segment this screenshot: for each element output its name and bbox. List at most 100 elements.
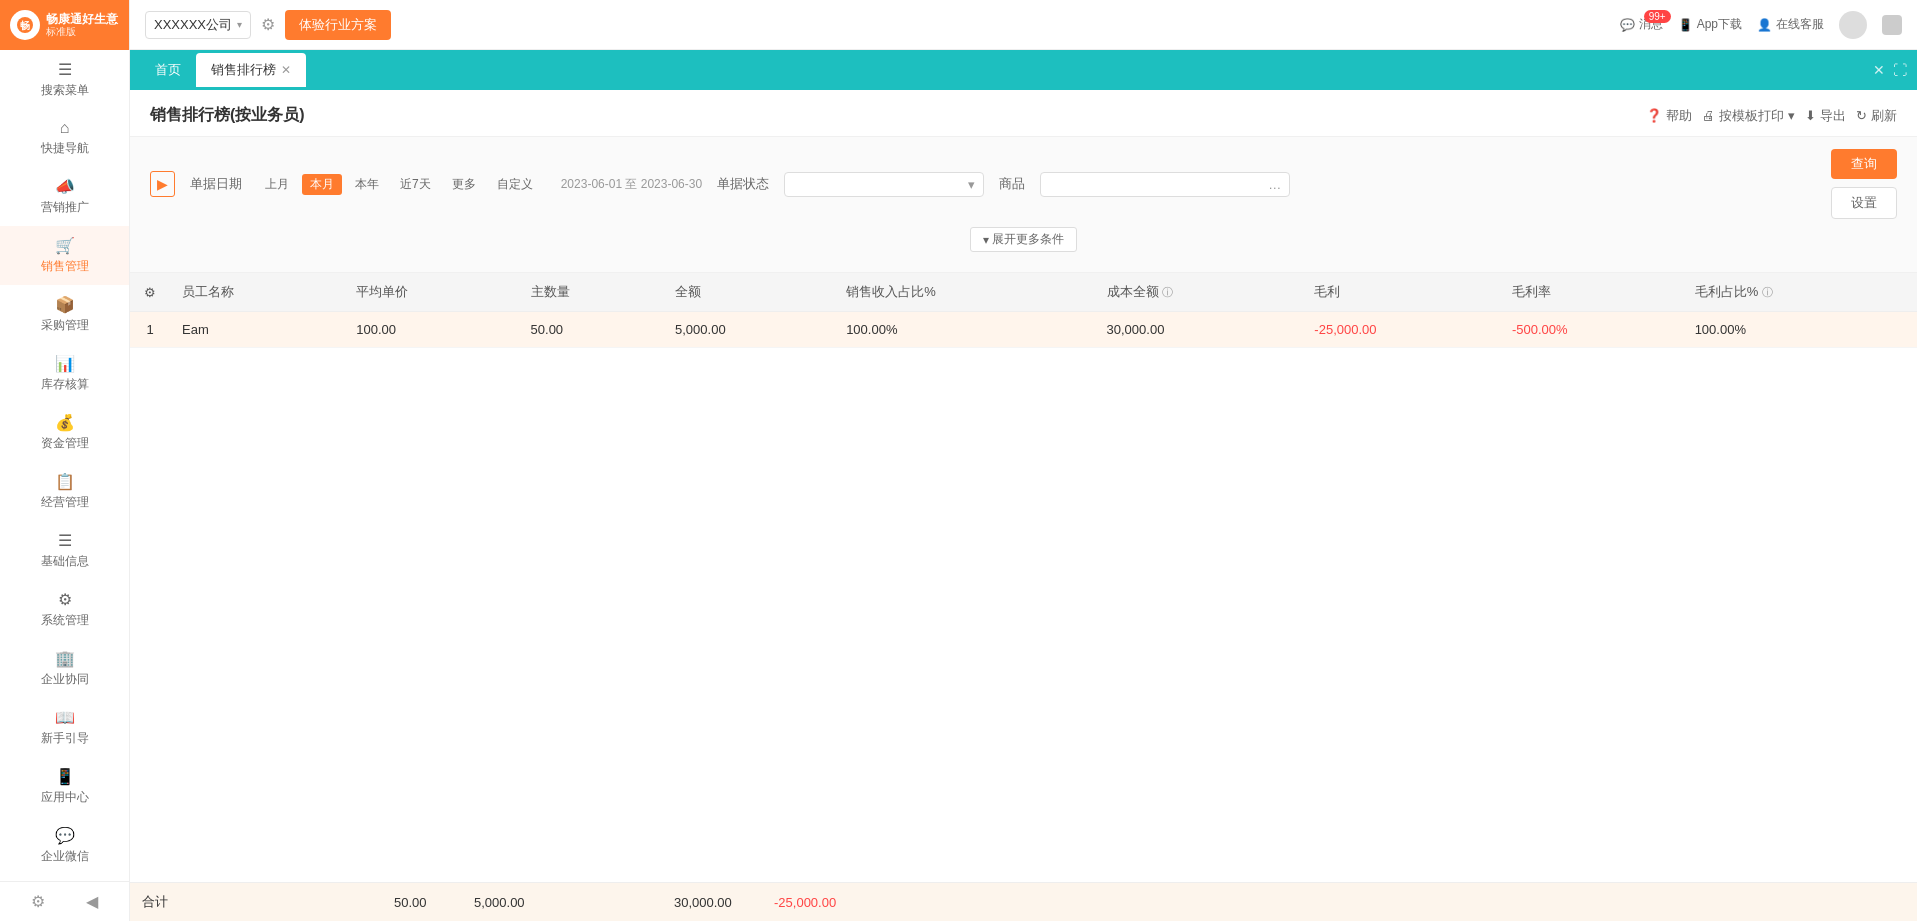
sidebar-item-marketing[interactable]: 📣 营销推广 (0, 167, 129, 226)
empty-space (130, 578, 1917, 883)
sidebar-item-system[interactable]: ⚙ 系统管理 (0, 580, 129, 639)
trial-button[interactable]: 体验行业方案 (285, 10, 391, 40)
export-button[interactable]: ⬇ 导出 (1805, 107, 1846, 125)
table-row: 1 Eam 100.00 50.00 5,000.00 100.00% 30,0… (130, 312, 1917, 348)
sidebar-item-label: 采购管理 (41, 317, 89, 334)
sales-icon: 🛒 (55, 236, 75, 255)
sidebar-item-inventory[interactable]: 📊 库存核算 (0, 344, 129, 403)
user-avatar[interactable] (1839, 11, 1867, 39)
finance-icon: 💰 (55, 413, 75, 432)
filter-area: ▶ 单据日期 上月 本月 本年 近7天 更多 自定义 2023-06-01 至 … (130, 137, 1917, 273)
date-range-display: 2023-06-01 至 2023-06-30 (561, 176, 702, 193)
date-tab-more[interactable]: 更多 (444, 174, 484, 195)
top-header: XXXXXX公司 ▾ ⚙ 体验行业方案 💬 消息 99+ 📱 App下载 👤 在… (130, 0, 1917, 50)
refresh-button[interactable]: ↻ 刷新 (1856, 107, 1897, 125)
print-button[interactable]: 🖨 按模板打印 ▾ (1702, 107, 1795, 125)
footer-amount: 5,000.00 (462, 895, 562, 910)
tab-close-icon[interactable]: ✕ (281, 63, 291, 77)
help-button[interactable]: ❓ 帮助 (1646, 107, 1692, 125)
cell-profit: -25,000.00 (1302, 312, 1500, 348)
cell-profit-pct: 100.00% (1683, 312, 1917, 348)
sidebar-item-operations[interactable]: 📋 经营管理 (0, 462, 129, 521)
sidebar-item-basic[interactable]: ☰ 基础信息 (0, 521, 129, 580)
date-tab-last-month[interactable]: 上月 (257, 174, 297, 195)
page-title: 销售排行榜(按业务员) (150, 105, 305, 126)
company-selector[interactable]: XXXXXX公司 ▾ (145, 11, 251, 39)
expand-more-button[interactable]: ▾ 展开更多条件 (970, 227, 1077, 252)
sidebar-item-quick-nav[interactable]: ⌂ 快捷导航 (0, 109, 129, 167)
basic-icon: ☰ (58, 531, 72, 550)
col-settings[interactable]: ⚙ (130, 273, 170, 312)
app-download-button[interactable]: 📱 App下载 (1678, 16, 1742, 33)
footer-avg-price (302, 895, 382, 910)
sidebar-item-label: 营销推广 (41, 199, 89, 216)
footer-qty: 50.00 (382, 895, 462, 910)
home-icon: ⌂ (60, 119, 70, 137)
query-button[interactable]: 查询 (1831, 149, 1897, 179)
header-settings-icon[interactable]: ⚙ (261, 15, 275, 34)
chevron-down-icon: ▾ (237, 19, 242, 30)
message-button[interactable]: 💬 消息 99+ (1620, 16, 1663, 33)
sidebar-bottom: ⚙ ◀ (0, 881, 129, 921)
filter-more-row: ▾ 展开更多条件 (150, 219, 1897, 260)
table-header-row: ⚙ 员工名称 平均单价 主数量 全额 (130, 273, 1917, 312)
sidebar-item-label: 销售管理 (41, 258, 89, 275)
sidebar-settings-icon[interactable]: ⚙ (31, 892, 45, 911)
svg-text:畅: 畅 (20, 20, 30, 31)
sidebar-item-search[interactable]: ☰ 搜索菜单 (0, 50, 129, 109)
status-select-chevron-icon: ▾ (968, 177, 975, 192)
page-content: 销售排行榜(按业务员) ❓ 帮助 🖨 按模板打印 ▾ ⬇ 导出 (130, 90, 1917, 921)
goods-select[interactable]: … (1040, 172, 1290, 197)
sidebar-item-purchase[interactable]: 📦 采购管理 (0, 285, 129, 344)
sidebar-item-sales[interactable]: 🛒 销售管理 (0, 226, 129, 285)
sidebar-item-enterprise[interactable]: 🏢 企业协同 (0, 639, 129, 698)
table-container: ⚙ 员工名称 平均单价 主数量 全额 (130, 273, 1917, 578)
logo-icon: 畅 (10, 10, 40, 40)
app-center-icon: 📱 (55, 767, 75, 786)
goods-ellipsis: … (1268, 177, 1281, 192)
print-chevron-icon: ▾ (1788, 108, 1795, 123)
footer-sales-pct (562, 895, 662, 910)
guide-icon: 📖 (55, 708, 75, 727)
sidebar-item-label: 搜索菜单 (41, 82, 89, 99)
tab-bar: 首页 销售排行榜 ✕ ✕ ⛶ (130, 50, 1917, 90)
cell-cost: 30,000.00 (1095, 312, 1303, 348)
col-amount: 全额 (663, 273, 834, 312)
app-logo: 畅 畅康通好生意 标准版 (0, 0, 129, 50)
footer-name (182, 895, 302, 910)
system-icon: ⚙ (58, 590, 72, 609)
settings-button[interactable]: 设置 (1831, 187, 1897, 219)
data-table: ⚙ 员工名称 平均单价 主数量 全额 (130, 273, 1917, 348)
marketing-icon: 📣 (55, 177, 75, 196)
cell-qty: 50.00 (519, 312, 663, 348)
message-icon: 💬 (1620, 18, 1635, 32)
date-tab-this-year[interactable]: 本年 (347, 174, 387, 195)
col-sales-pct: 销售收入占比% (834, 273, 1094, 312)
date-tab-this-month[interactable]: 本月 (302, 174, 342, 195)
sidebar-item-label: 库存核算 (41, 376, 89, 393)
sidebar-item-finance[interactable]: 💰 资金管理 (0, 403, 129, 462)
sidebar-item-label: 基础信息 (41, 553, 89, 570)
tab-home[interactable]: 首页 (140, 53, 196, 87)
window-expand-icon[interactable]: ⛶ (1893, 62, 1907, 78)
cost-info-icon[interactable]: ⓘ (1162, 286, 1173, 298)
profit-pct-info-icon[interactable]: ⓘ (1762, 286, 1773, 298)
tab-sales-rank[interactable]: 销售排行榜 ✕ (196, 53, 306, 87)
sidebar-item-label: 企业协同 (41, 671, 89, 688)
sidebar-item-app-center[interactable]: 📱 应用中心 (0, 757, 129, 816)
refresh-icon: ↻ (1856, 108, 1867, 123)
sidebar-item-guide[interactable]: 📖 新手引导 (0, 698, 129, 757)
status-select[interactable]: ▾ (784, 172, 984, 197)
sidebar-collapse-icon[interactable]: ◀ (86, 892, 98, 911)
message-badge: 99+ (1644, 10, 1671, 23)
online-service-button[interactable]: 👤 在线客服 (1757, 16, 1824, 33)
date-tab-custom[interactable]: 自定义 (489, 174, 541, 195)
tab-sales-rank-label: 销售排行榜 (211, 61, 276, 79)
filter-collapse-button[interactable]: ▶ (150, 171, 175, 197)
expand-icon: ▾ (983, 233, 989, 247)
sidebar-item-wechat[interactable]: 💬 企业微信 (0, 816, 129, 875)
window-close-icon[interactable]: ✕ (1873, 62, 1885, 78)
app-version: 标准版 (46, 26, 118, 38)
date-tab-7days[interactable]: 近7天 (392, 174, 439, 195)
col-profit-pct: 毛利占比% ⓘ (1683, 273, 1917, 312)
